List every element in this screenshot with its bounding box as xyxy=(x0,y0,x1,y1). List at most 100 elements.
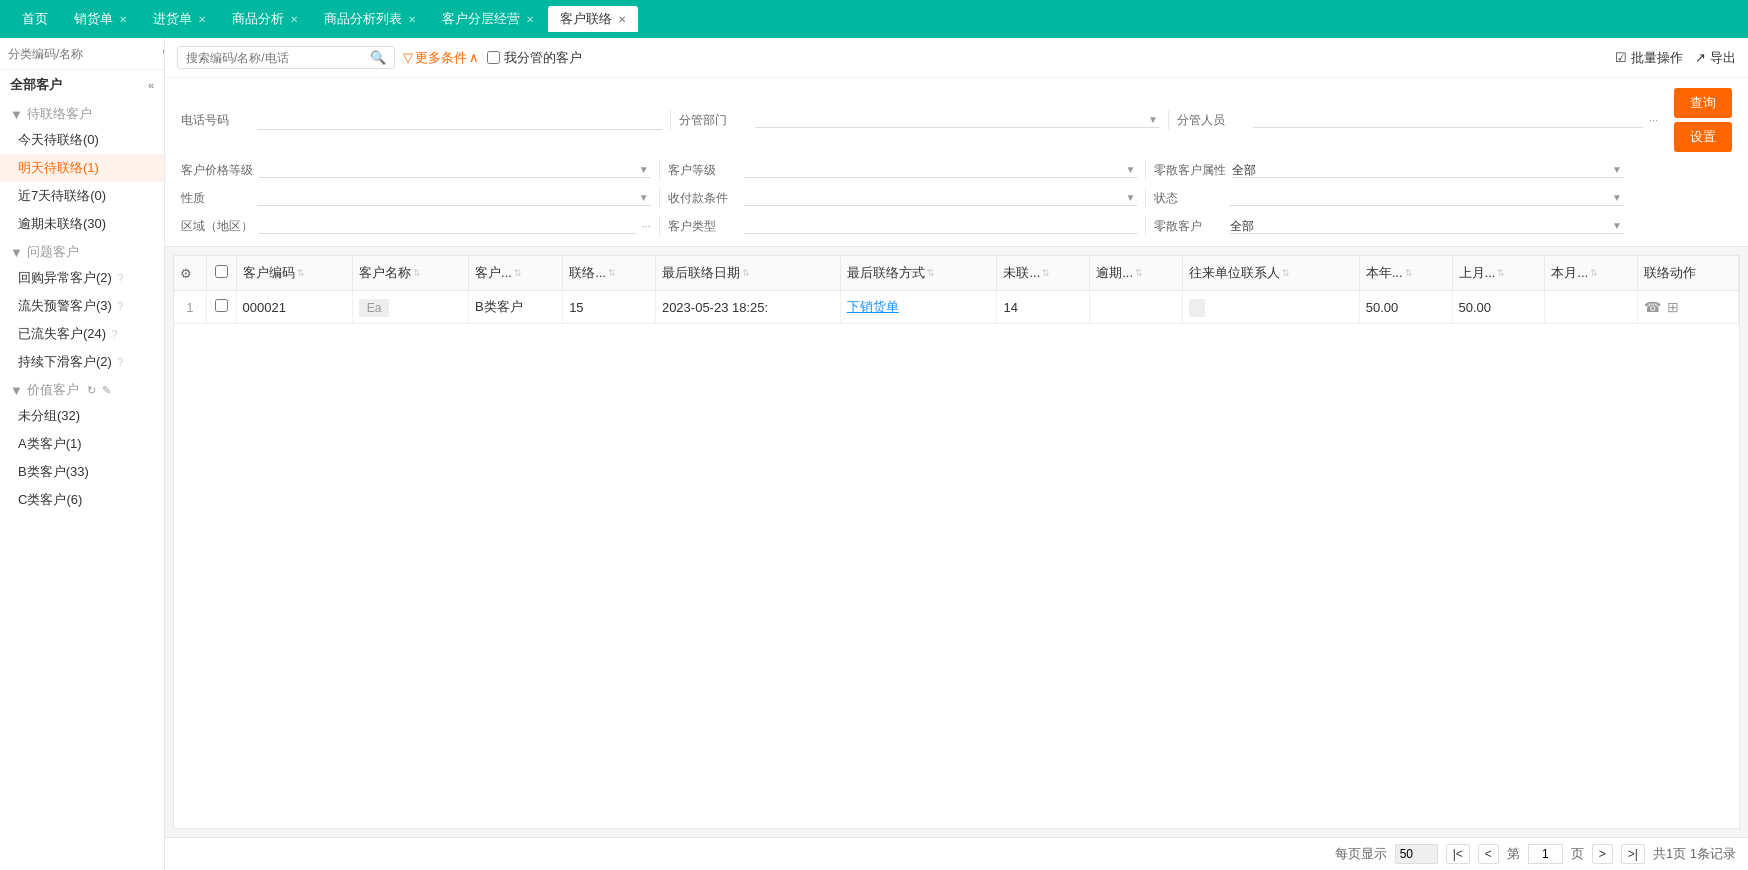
sidebar-item-declining[interactable]: 持续下滑客户(2) ? xyxy=(0,348,164,376)
close-product-analysis-icon[interactable]: ✕ xyxy=(290,14,298,25)
help-icon-2[interactable]: ? xyxy=(117,300,123,312)
problem-customers-group[interactable]: ▼ 问题客户 xyxy=(0,238,164,264)
help-icon-3[interactable]: ? xyxy=(111,328,117,340)
row-checkbox[interactable] xyxy=(215,299,228,312)
value-customers-group[interactable]: ▼ 价值客户 ↻ ✎ xyxy=(0,376,164,402)
sort-method-icon[interactable]: ⇅ xyxy=(927,268,935,278)
sidebar-item-class-b[interactable]: B类客户(33) xyxy=(0,458,164,486)
close-sales-order-icon[interactable]: ✕ xyxy=(119,14,127,25)
sort-overdue-icon[interactable]: ⇅ xyxy=(1135,268,1143,278)
edit-icon[interactable]: ✎ xyxy=(102,384,111,397)
all-customers-title[interactable]: 全部客户 « xyxy=(0,70,164,100)
row-action-more-icon[interactable]: ⊞ xyxy=(1667,299,1679,315)
sort-this-month-icon[interactable]: ⇅ xyxy=(1590,268,1598,278)
page-size-select[interactable]: 50 100 200 xyxy=(1395,844,1438,864)
my-customers-checkbox[interactable] xyxy=(487,51,500,64)
sort-uncontacted-icon[interactable]: ⇅ xyxy=(1042,268,1050,278)
sidebar-item-class-c[interactable]: C类客户(6) xyxy=(0,486,164,514)
nav-customer-segmentation[interactable]: 客户分层经营 ✕ xyxy=(430,6,546,32)
sort-name-icon[interactable]: ⇅ xyxy=(413,268,421,278)
region-select[interactable] xyxy=(259,219,636,233)
status-select[interactable] xyxy=(1230,191,1624,205)
query-button[interactable]: 查询 xyxy=(1674,88,1732,118)
pending-contact-group[interactable]: ▼ 待联络客户 xyxy=(0,100,164,126)
payment-select[interactable] xyxy=(744,191,1138,205)
dept-select[interactable] xyxy=(755,113,1160,127)
phone-input[interactable] xyxy=(257,111,662,130)
sidebar-item-ungrouped[interactable]: 未分组(32) xyxy=(0,402,164,430)
help-icon-4[interactable]: ? xyxy=(117,356,123,368)
first-page-button[interactable]: |< xyxy=(1446,844,1470,864)
retail-customer-select[interactable]: 全部 xyxy=(1230,219,1624,233)
nature-select[interactable] xyxy=(257,191,651,205)
th-this-month: 本月... ⇅ xyxy=(1545,256,1638,291)
sidebar-item-7day-contact[interactable]: 近7天待联络(0) xyxy=(0,182,164,210)
search-input[interactable] xyxy=(186,51,366,65)
sort-code-icon[interactable]: ⇅ xyxy=(297,268,305,278)
close-product-analysis-list-icon[interactable]: ✕ xyxy=(408,14,416,25)
search-submit-icon[interactable]: 🔍 xyxy=(370,50,386,65)
sort-contact-count-icon[interactable]: ⇅ xyxy=(608,268,616,278)
status-wrap: ▼ xyxy=(1230,191,1624,206)
page-number-input[interactable] xyxy=(1528,844,1563,864)
nav-product-analysis-list[interactable]: 商品分析列表 ✕ xyxy=(312,6,428,32)
sidebar-item-churn-warning[interactable]: 流失预警客户(3) ? xyxy=(0,292,164,320)
settings-button[interactable]: 设置 xyxy=(1674,122,1732,152)
filter-retail-customer: 零散客户 全部 ▼ xyxy=(1154,218,1624,235)
sidebar-item-tomorrow-contact[interactable]: 明天待联络(1) xyxy=(0,154,164,182)
nav-purchase-order[interactable]: 进货单 ✕ xyxy=(141,6,218,32)
sort-this-year-icon[interactable]: ⇅ xyxy=(1405,268,1413,278)
sidebar-item-overdue-contact[interactable]: 逾期未联络(30) xyxy=(0,210,164,238)
contact-method-link[interactable]: 下销货单 xyxy=(847,299,899,314)
top-navigation: 首页 销货单 ✕ 进货单 ✕ 商品分析 ✕ 商品分析列表 ✕ 客户分层经营 ✕ … xyxy=(0,0,1748,38)
row-last-contact-date: 2023-05-23 18:25: xyxy=(655,291,840,324)
my-customers-checkbox-wrap[interactable]: 我分管的客户 xyxy=(487,49,582,67)
price-level-select[interactable] xyxy=(259,163,651,177)
data-table-area: ⚙ 客户编码 ⇅ 客户名称 xyxy=(173,255,1740,829)
nav-customer-contact[interactable]: 客户联络 ✕ xyxy=(548,6,638,32)
refresh-icon[interactable]: ↻ xyxy=(87,384,96,397)
customer-type-select[interactable] xyxy=(744,219,1138,233)
sort-person-icon[interactable]: ⇅ xyxy=(1282,268,1290,278)
filter-icon: ▽ xyxy=(403,50,413,65)
region-more-icon[interactable]: ··· xyxy=(642,220,651,232)
nav-sales-order[interactable]: 销货单 ✕ xyxy=(62,6,139,32)
th-contact-person: 往来单位联系人 ⇅ xyxy=(1182,256,1359,291)
batch-action-button[interactable]: ☑ 批量操作 xyxy=(1615,49,1683,67)
customer-level-select[interactable] xyxy=(744,163,1138,177)
close-customer-contact-icon[interactable]: ✕ xyxy=(618,14,626,25)
export-button[interactable]: ↗ 导出 xyxy=(1695,49,1736,67)
th-overdue: 逾期... ⇅ xyxy=(1090,256,1183,291)
row-code: 000021 xyxy=(236,291,352,324)
sidebar-search-input[interactable] xyxy=(8,47,158,61)
sort-last-month-icon[interactable]: ⇅ xyxy=(1497,268,1505,278)
sort-date-icon[interactable]: ⇅ xyxy=(742,268,750,278)
divider-5 xyxy=(659,188,660,208)
row-last-month: 50.00 xyxy=(1452,291,1545,324)
more-conditions-button[interactable]: ▽ 更多条件 ∧ xyxy=(403,49,479,67)
sidebar-item-class-a[interactable]: A类客户(1) xyxy=(0,430,164,458)
nav-home[interactable]: 首页 xyxy=(10,6,60,32)
next-page-button[interactable]: > xyxy=(1592,844,1613,864)
filter-customer-type: 客户类型 xyxy=(668,218,1138,235)
sort-type-icon[interactable]: ⇅ xyxy=(514,268,522,278)
sidebar-item-churned[interactable]: 已流失客户(24) ? xyxy=(0,320,164,348)
column-settings-icon[interactable]: ⚙ xyxy=(180,266,192,281)
help-icon-1[interactable]: ? xyxy=(117,272,123,284)
close-customer-segmentation-icon[interactable]: ✕ xyxy=(526,14,534,25)
select-all-checkbox[interactable] xyxy=(215,265,228,278)
sidebar-item-repurchase-abnormal[interactable]: 回购异常客户(2) ? xyxy=(0,264,164,292)
nav-product-analysis[interactable]: 商品分析 ✕ xyxy=(220,6,310,32)
last-page-button[interactable]: >| xyxy=(1621,844,1645,864)
prev-page-button[interactable]: < xyxy=(1478,844,1499,864)
close-purchase-order-icon[interactable]: ✕ xyxy=(198,14,206,25)
manager-more-icon[interactable]: ··· xyxy=(1649,114,1658,126)
right-actions: ☑ 批量操作 ↗ 导出 xyxy=(1615,49,1736,67)
sidebar-item-today-contact[interactable]: 今天待联络(0) xyxy=(0,126,164,154)
th-this-year: 本年... ⇅ xyxy=(1359,256,1452,291)
collapse-icon[interactable]: « xyxy=(148,79,154,91)
price-level-wrap: ▼ xyxy=(259,163,651,178)
retail-attr-select[interactable]: 全部 xyxy=(1232,163,1624,177)
row-action-contact-icon[interactable]: ☎ xyxy=(1644,299,1661,315)
manager-select[interactable] xyxy=(1253,113,1643,127)
